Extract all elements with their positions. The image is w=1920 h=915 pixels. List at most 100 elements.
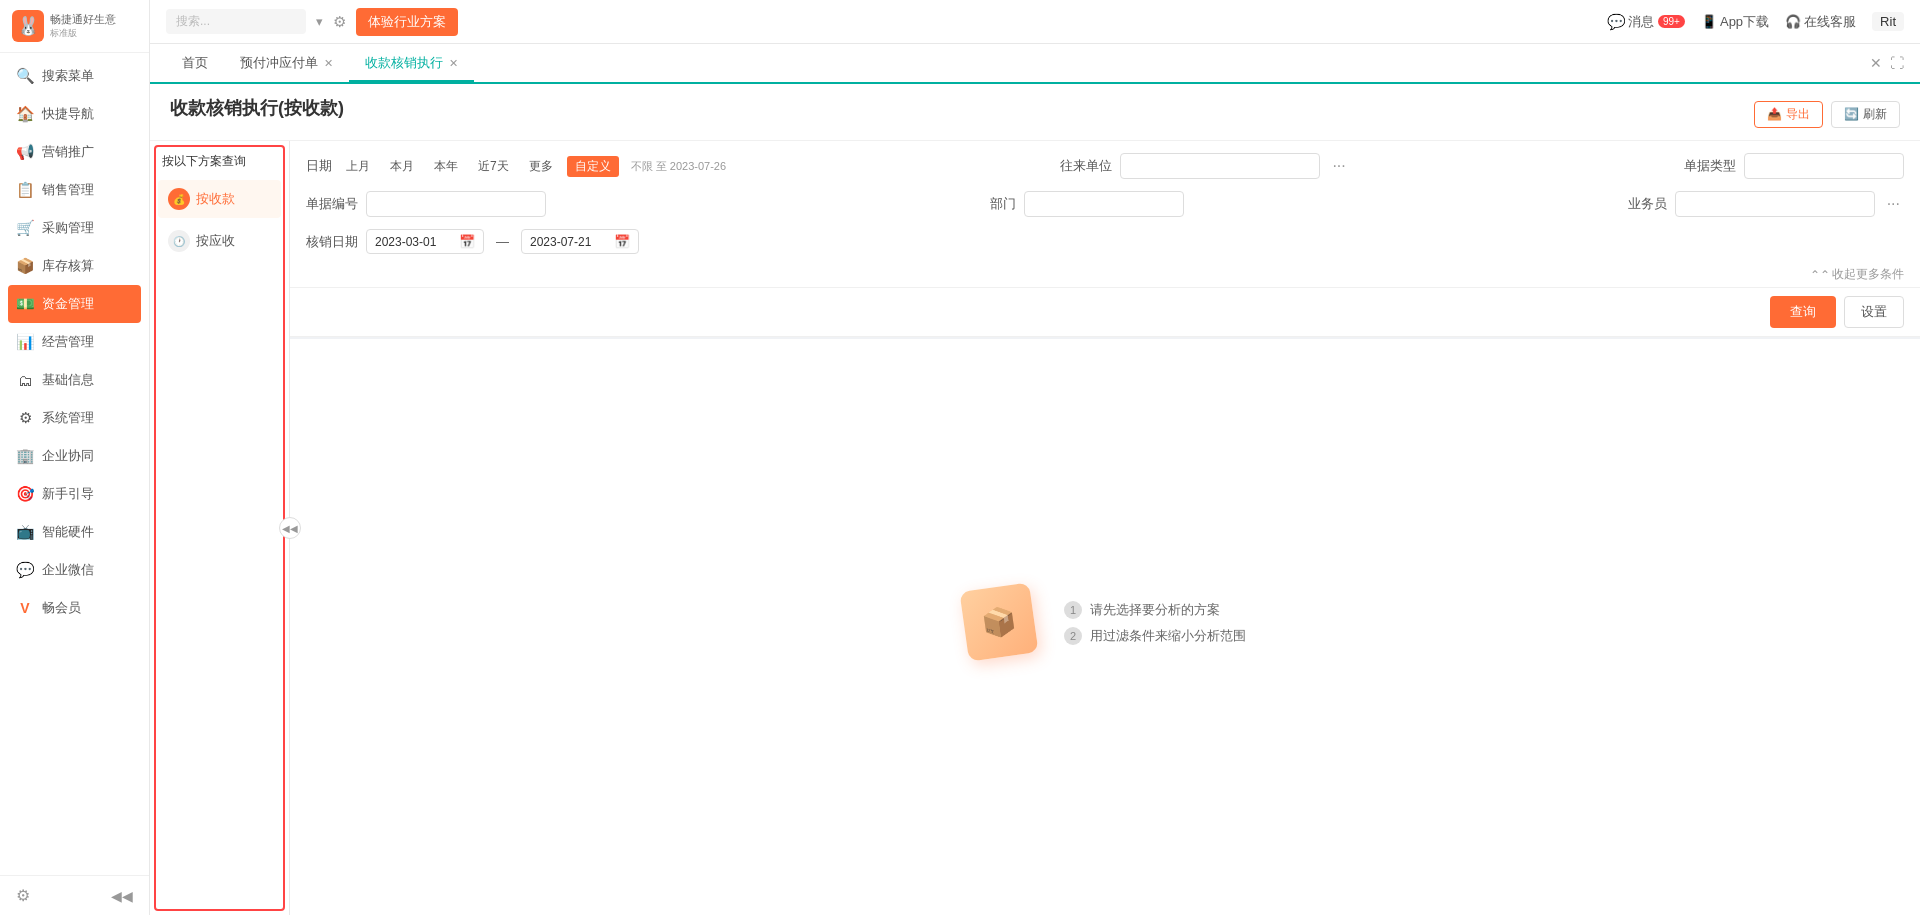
message-area[interactable]: 💬 消息 99+ (1607, 13, 1685, 31)
sidebar-item-system[interactable]: ⚙ 系统管理 (0, 399, 149, 437)
date-btn-this-month[interactable]: 本月 (384, 156, 420, 177)
dept-label: 部门 (990, 195, 1016, 213)
tab-home[interactable]: 首页 (166, 46, 224, 82)
empty-texts: 1 请先选择要分析的方案 2 用过滤条件来缩小分析范围 (1064, 601, 1246, 653)
writeoff-start-input[interactable] (375, 235, 455, 249)
enterprise-icon: 🏢 (16, 447, 34, 465)
doc-no-input[interactable] (366, 191, 546, 217)
top-header: 搜索... ▾ ⚙ 体验行业方案 💬 消息 99+ 📱 App下载 🎧 在线客服… (150, 0, 1920, 44)
settings-icon[interactable]: ⚙ (16, 886, 30, 905)
guide-icon: 🎯 (16, 485, 34, 503)
calendar-end-icon[interactable]: 📅 (614, 234, 630, 249)
counterpart-group: 往来单位 ··· (1060, 153, 1349, 179)
sidebar-item-search[interactable]: 🔍 搜索菜单 (0, 57, 149, 95)
operations-icon: 📊 (16, 333, 34, 351)
message-icon: 💬 (1607, 13, 1626, 31)
date-btn-more[interactable]: 更多 (523, 156, 559, 177)
header-right: 💬 消息 99+ 📱 App下载 🎧 在线客服 Rit (1607, 12, 1904, 31)
dept-select[interactable] (1024, 191, 1184, 217)
counterpart-dots-btn[interactable]: ··· (1328, 155, 1349, 177)
writeoff-date-label: 核销日期 (306, 233, 358, 251)
sidebar-item-label: 资金管理 (42, 295, 94, 313)
writeoff-end-input[interactable] (530, 235, 610, 249)
sidebar-item-basic-info[interactable]: 🗂 基础信息 (0, 361, 149, 399)
date-btn-7days[interactable]: 近7天 (472, 156, 515, 177)
sidebar-item-purchase[interactable]: 🛒 采购管理 (0, 209, 149, 247)
inventory-icon: 📦 (16, 257, 34, 275)
empty-box-icon: 📦 (979, 603, 1018, 641)
sidebar-item-finance[interactable]: 💵 资金管理 (8, 285, 141, 323)
tab-prepay[interactable]: 预付冲应付单 ✕ (224, 46, 349, 82)
sidebar-item-quick-nav[interactable]: 🏠 快捷导航 (0, 95, 149, 133)
refresh-btn[interactable]: 🔄 刷新 (1831, 101, 1900, 128)
tab-actions: ✕ ⛶ (1870, 55, 1904, 71)
sidebar-item-inventory[interactable]: 📦 库存核算 (0, 247, 149, 285)
counterpart-label: 往来单位 (1060, 157, 1112, 175)
sidebar-item-hardware[interactable]: 📺 智能硬件 (0, 513, 149, 551)
tab-receivable-close[interactable]: ✕ (449, 57, 458, 70)
sidebar-item-guide[interactable]: 🎯 新手引导 (0, 475, 149, 513)
tab-receivable-label: 收款核销执行 (365, 54, 443, 72)
finance-icon: 💵 (16, 295, 34, 313)
online-service-link[interactable]: 🎧 在线客服 (1785, 13, 1856, 31)
sidebar-item-label: 经营管理 (42, 333, 94, 351)
empty-illustration: 📦 (964, 587, 1044, 667)
close-tab-icon[interactable]: ✕ (1870, 55, 1882, 71)
form-row-1: 日期 上月 本月 本年 近7天 更多 自定义 不限 至 2023-07-26 (306, 153, 1904, 179)
sidebar-item-member[interactable]: V 畅会员 (0, 589, 149, 627)
salesperson-dots-btn[interactable]: ··· (1883, 193, 1904, 215)
refresh-icon: 🔄 (1844, 107, 1859, 121)
writeoff-date-group: 核销日期 📅 — 📅 (306, 229, 639, 254)
date-btn-this-year[interactable]: 本年 (428, 156, 464, 177)
salesperson-input[interactable] (1675, 191, 1875, 217)
empty-tip-2: 用过滤条件来缩小分析范围 (1090, 627, 1246, 645)
filter-option-by-receivable[interactable]: 🕐 按应收 (158, 222, 281, 260)
writeoff-start-wrap: 📅 (366, 229, 484, 254)
app-download-link[interactable]: 📱 App下载 (1701, 13, 1769, 31)
calendar-start-icon[interactable]: 📅 (459, 234, 475, 249)
sidebar-item-wecom[interactable]: 💬 企业微信 (0, 551, 149, 589)
export-icon: 📤 (1767, 107, 1782, 121)
date-btn-last-month[interactable]: 上月 (340, 156, 376, 177)
page-body: 收款核销执行(按收款) 📤 导出 🔄 刷新 按以下方案查询 💰 (150, 84, 1920, 915)
tab-home-label: 首页 (182, 54, 208, 72)
date-btn-custom[interactable]: 自定义 (567, 156, 619, 177)
sidebar-item-operations[interactable]: 📊 经营管理 (0, 323, 149, 361)
empty-state-area: 📦 1 请先选择要分析的方案 2 用过滤条件来缩小分析范围 (290, 339, 1920, 915)
sidebar: 🐰 畅捷通好生意 标准版 🔍 搜索菜单 🏠 快捷导航 📢 营销推广 📋 销售管理… (0, 0, 150, 915)
industry-btn[interactable]: 体验行业方案 (356, 8, 458, 36)
step-num-1: 1 (1064, 601, 1082, 619)
search-icon: 🔍 (16, 67, 34, 85)
system-icon: ⚙ (16, 409, 34, 427)
wecom-icon: 💬 (16, 561, 34, 579)
dropdown-icon[interactable]: ▾ (316, 14, 323, 29)
filter-option-by-receipt[interactable]: 💰 按收款 (158, 180, 281, 218)
settings-btn[interactable]: 设置 (1844, 296, 1904, 328)
doc-no-group: 单据编号 (306, 191, 546, 217)
sidebar-item-marketing[interactable]: 📢 营销推广 (0, 133, 149, 171)
receivable-icon: 🕐 (168, 230, 190, 252)
member-icon: V (16, 599, 34, 617)
expand-icon[interactable]: ⛶ (1890, 55, 1904, 71)
tab-prepay-close[interactable]: ✕ (324, 57, 333, 70)
doc-type-select[interactable] (1744, 153, 1904, 179)
user-name[interactable]: Rit (1872, 12, 1904, 31)
collapse-filter-btn[interactable]: ◀◀ (279, 517, 301, 539)
export-btn[interactable]: 📤 导出 (1754, 101, 1823, 128)
sidebar-item-sales[interactable]: 📋 销售管理 (0, 171, 149, 209)
collapse-sidebar-icon[interactable]: ◀◀ (111, 888, 133, 904)
date-range-sep: — (492, 234, 513, 249)
query-btn[interactable]: 查询 (1770, 296, 1836, 328)
sidebar-item-enterprise[interactable]: 🏢 企业协同 (0, 437, 149, 475)
gear-icon[interactable]: ⚙ (333, 13, 346, 31)
date-group: 日期 上月 本月 本年 近7天 更多 自定义 (306, 156, 619, 177)
sidebar-item-label: 基础信息 (42, 371, 94, 389)
page-header-actions: 📤 导出 🔄 刷新 (1754, 101, 1900, 128)
counterpart-input[interactable] (1120, 153, 1320, 179)
page-title: 收款核销执行(按收款) (170, 96, 344, 132)
main-area: 搜索... ▾ ⚙ 体验行业方案 💬 消息 99+ 📱 App下载 🎧 在线客服… (150, 0, 1920, 915)
doc-type-group: 单据类型 (1684, 153, 1904, 179)
tab-receivable[interactable]: 收款核销执行 ✕ (349, 46, 474, 82)
collapse-conditions-btn[interactable]: ⌃⌃ 收起更多条件 (1810, 266, 1904, 283)
step-num-2: 2 (1064, 627, 1082, 645)
